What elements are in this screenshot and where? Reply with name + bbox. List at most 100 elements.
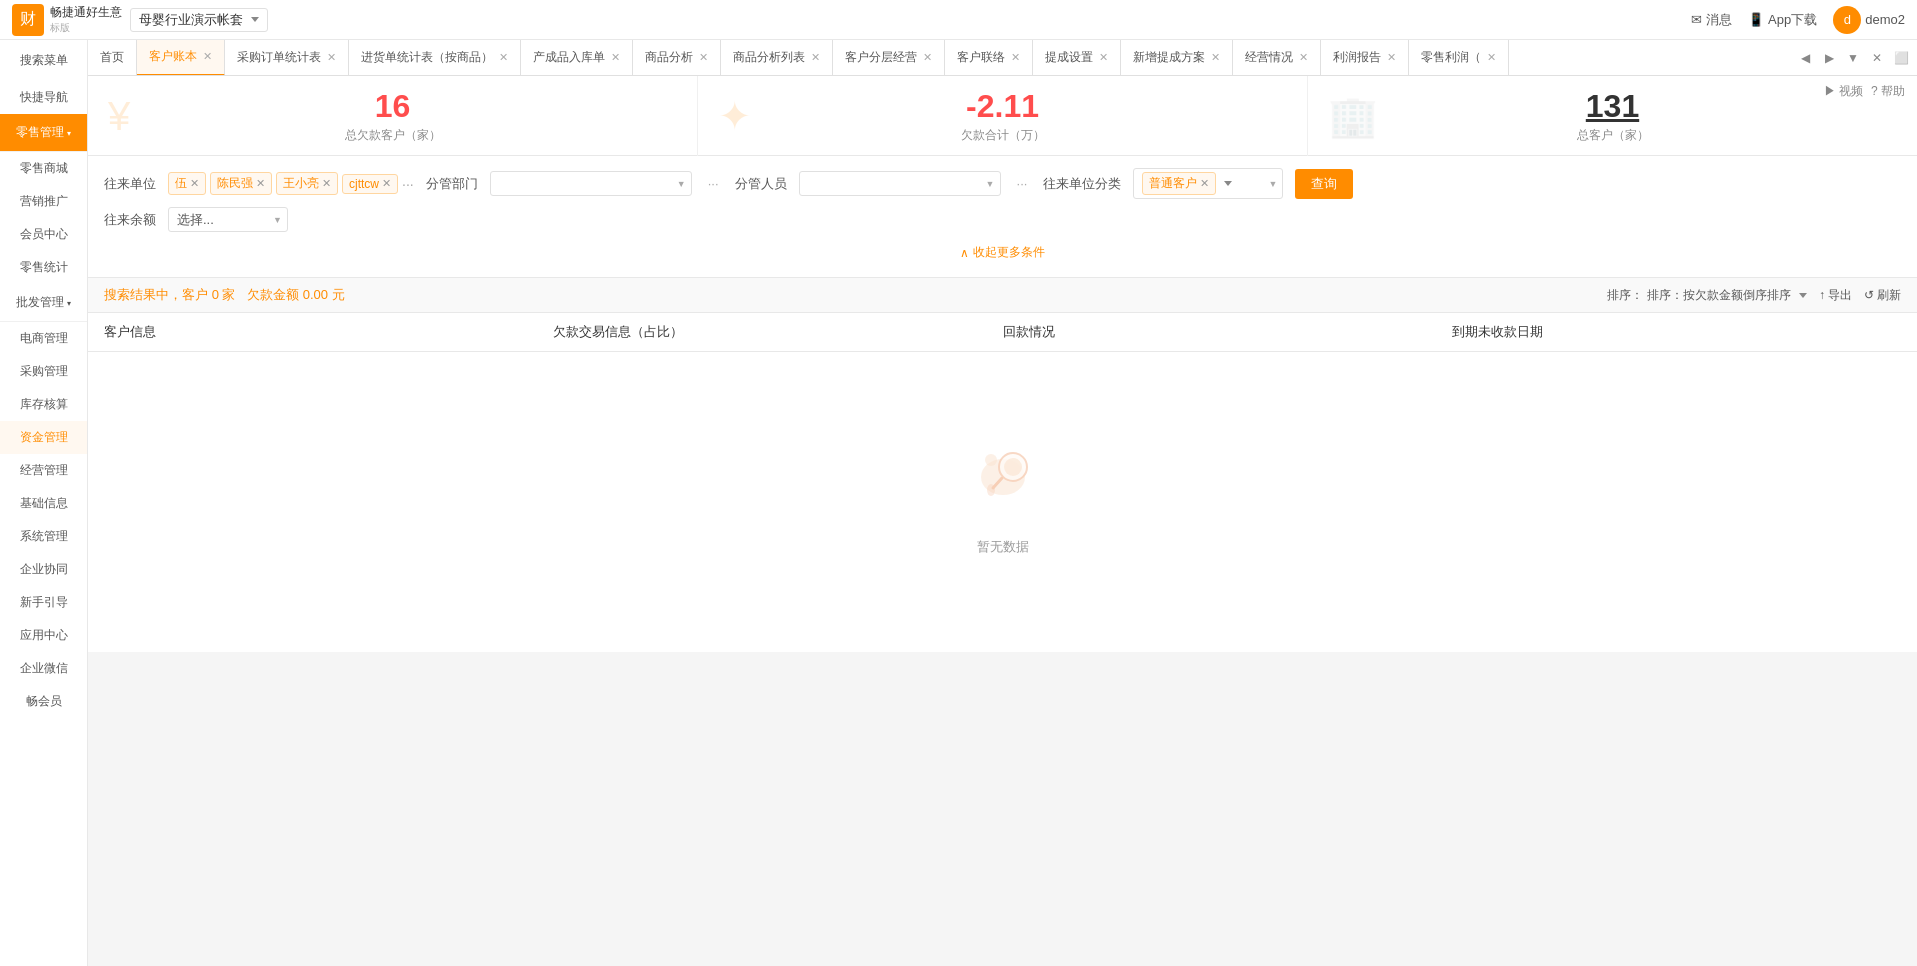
- sidebar: 搜索菜单 快捷导航 零售管理 ▾ 零售商城 营销推广 会员中心 零售统计 批发管…: [0, 40, 88, 966]
- tab-close-customer-tier[interactable]: ✕: [923, 51, 932, 64]
- sidebar-item-finance[interactable]: 资金管理: [0, 421, 87, 454]
- tab-purchase-stats[interactable]: 进货单统计表（按商品） ✕: [349, 40, 521, 76]
- store-selector[interactable]: 母婴行业演示帐套: [130, 8, 268, 32]
- sidebar-item-ecommerce[interactable]: 电商管理: [0, 322, 87, 355]
- collapse-button[interactable]: ∧ 收起更多条件: [960, 244, 1045, 261]
- result-info: 搜索结果中，客户 0 家 欠款金额 0.00 元: [104, 286, 345, 304]
- tab-scroll-right-button[interactable]: ▶: [1819, 48, 1839, 68]
- export-button[interactable]: ↑ 导出: [1819, 287, 1852, 304]
- tab-customer-contact[interactable]: 客户联络 ✕: [945, 40, 1033, 76]
- unit-tag-cj-close[interactable]: ✕: [382, 178, 391, 189]
- tab-profit-report[interactable]: 利润报告 ✕: [1321, 40, 1409, 76]
- tab-purchase-order[interactable]: 采购订单统计表 ✕: [225, 40, 349, 76]
- sidebar-item-retail-management[interactable]: 零售管理 ▾: [0, 114, 87, 152]
- sidebar-item-app-center[interactable]: 应用中心: [0, 619, 87, 652]
- table-header: 客户信息 欠款交易信息（占比） 回款情况 到期未收款日期: [88, 313, 1917, 352]
- sidebar-quick-nav[interactable]: 快捷导航: [0, 81, 87, 114]
- sidebar-item-inventory[interactable]: 库存核算: [0, 388, 87, 421]
- collapse-up-icon: ∧: [960, 246, 969, 260]
- sidebar-item-member-center[interactable]: 会员中心: [0, 218, 87, 251]
- message-button[interactable]: ✉ 消息: [1691, 11, 1732, 29]
- table-container: 客户信息 欠款交易信息（占比） 回款情况 到期未收款日期: [88, 313, 1917, 652]
- unit-tag-chen-close[interactable]: ✕: [256, 178, 265, 189]
- tab-close-customer-book[interactable]: ✕: [203, 50, 212, 63]
- tab-close-product-stock[interactable]: ✕: [611, 51, 620, 64]
- sidebar-item-basic-info[interactable]: 基础信息: [0, 487, 87, 520]
- tab-close-operations[interactable]: ✕: [1299, 51, 1308, 64]
- sidebar-search-label[interactable]: 搜索菜单: [0, 40, 87, 81]
- help-link[interactable]: ? 帮助: [1871, 83, 1905, 100]
- main-layout: 搜索菜单 快捷导航 零售管理 ▾ 零售商城 营销推广 会员中心 零售统计 批发管…: [0, 40, 1917, 966]
- sidebar-item-marketing[interactable]: 营销推广: [0, 185, 87, 218]
- tab-close-raise-setting[interactable]: ✕: [1099, 51, 1108, 64]
- video-link[interactable]: ▶ 视频: [1824, 83, 1863, 100]
- tab-new-raise-plan[interactable]: 新增提成方案 ✕: [1121, 40, 1233, 76]
- tab-product-stock[interactable]: 产成品入库单 ✕: [521, 40, 633, 76]
- dept-dots[interactable]: ···: [704, 176, 723, 191]
- avatar: d: [1833, 6, 1861, 34]
- sidebar-item-system[interactable]: 系统管理: [0, 520, 87, 553]
- tab-more-button[interactable]: ▼: [1843, 48, 1863, 68]
- tab-product-analysis-list[interactable]: 商品分析列表 ✕: [721, 40, 833, 76]
- tab-maximize-button[interactable]: ⬜: [1891, 48, 1911, 68]
- dept-select[interactable]: [490, 171, 692, 196]
- unit-tag-wang-close[interactable]: ✕: [322, 178, 331, 189]
- tab-customer-tier[interactable]: 客户分层经营 ✕: [833, 40, 945, 76]
- unit-class-filter-label: 往来单位分类: [1043, 175, 1121, 193]
- user-avatar-button[interactable]: d demo2: [1833, 6, 1905, 34]
- tab-raise-setting[interactable]: 提成设置 ✕: [1033, 40, 1121, 76]
- app-download-button[interactable]: 📱 App下载: [1748, 11, 1817, 29]
- collapse-row: ∧ 收起更多条件: [104, 240, 1901, 265]
- tab-home[interactable]: 首页: [88, 40, 137, 76]
- tab-close-profit-report[interactable]: ✕: [1387, 51, 1396, 64]
- person-select-wrap: [799, 171, 1001, 196]
- tab-close-product-analysis[interactable]: ✕: [699, 51, 708, 64]
- tab-close-retail-profit[interactable]: ✕: [1487, 51, 1496, 64]
- query-button[interactable]: 查询: [1295, 169, 1353, 199]
- table-header-customer: 客户信息: [104, 323, 553, 341]
- top-bar: 财 畅捷通好生意 标版 母婴行业演示帐套 ✉ 消息 📱 App下载 d demo…: [0, 0, 1917, 40]
- sidebar-item-enterprise-wechat[interactable]: 企业微信: [0, 652, 87, 685]
- refresh-button[interactable]: ↺ 刷新: [1864, 287, 1901, 304]
- person-select[interactable]: [799, 171, 1001, 196]
- tab-operations[interactable]: 经营情况 ✕: [1233, 40, 1321, 76]
- unit-class-dropdown-icon: [1224, 181, 1232, 186]
- unit-class-tag: 普通客户 ✕: [1142, 172, 1216, 195]
- tab-close-product-analysis-list[interactable]: ✕: [811, 51, 820, 64]
- sidebar-item-retail-mall[interactable]: 零售商城: [0, 152, 87, 185]
- tab-scroll-left-button[interactable]: ◀: [1795, 48, 1815, 68]
- filter-row-1: 往来单位 伍 ✕ 陈民强 ✕ 王小亮 ✕: [104, 168, 1901, 199]
- unit-filter-tags: 伍 ✕ 陈民强 ✕ 王小亮 ✕ cjttcw ✕: [168, 172, 414, 195]
- sidebar-item-retail-stats[interactable]: 零售统计: [0, 251, 87, 284]
- tab-close-all-button[interactable]: ✕: [1867, 48, 1887, 68]
- stat3-number: 131: [1586, 87, 1639, 125]
- tab-close-purchase-order[interactable]: ✕: [327, 51, 336, 64]
- tab-close-new-raise-plan[interactable]: ✕: [1211, 51, 1220, 64]
- table-body: 暂无数据: [88, 352, 1917, 652]
- tab-retail-profit[interactable]: 零售利润（ ✕: [1409, 40, 1509, 76]
- sidebar-item-wholesale-management[interactable]: 批发管理 ▾: [0, 284, 87, 322]
- sort-select[interactable]: 排序： 排序：按欠款金额倒序排序: [1607, 287, 1807, 304]
- person-dots[interactable]: ···: [1013, 176, 1032, 191]
- sidebar-item-enterprise-collab[interactable]: 企业协同: [0, 553, 87, 586]
- content-area: 首页 客户账本 ✕ 采购订单统计表 ✕ 进货单统计表（按商品） ✕ 产成品入库单…: [88, 40, 1917, 966]
- unit-tag-wu-close[interactable]: ✕: [190, 178, 199, 189]
- tab-customer-book[interactable]: 客户账本 ✕: [137, 40, 225, 76]
- svg-point-2: [1004, 458, 1022, 476]
- stat-icon-yuan: ¥: [108, 93, 130, 138]
- stat-video-help: ▶ 视频 ? 帮助: [1824, 83, 1905, 100]
- sidebar-item-operations-mgmt[interactable]: 经营管理: [0, 454, 87, 487]
- unit-tag-cj: cjttcw ✕: [342, 174, 398, 194]
- balance-select[interactable]: 选择...: [168, 207, 288, 232]
- empty-state: 暂无数据: [88, 352, 1917, 636]
- tab-close-customer-contact[interactable]: ✕: [1011, 51, 1020, 64]
- unit-class-tag-close[interactable]: ✕: [1200, 178, 1209, 189]
- sidebar-item-newbie-guide[interactable]: 新手引导: [0, 586, 87, 619]
- sidebar-item-chang-member[interactable]: 畅会员: [0, 685, 87, 718]
- sidebar-item-purchase[interactable]: 采购管理: [0, 355, 87, 388]
- tab-close-purchase-stats[interactable]: ✕: [499, 51, 508, 64]
- page-content: ¥ 16 总欠款客户（家） ✦ -2.11 欠款合计（万） 🏢 131 总客户（…: [88, 76, 1917, 966]
- unit-tag-more[interactable]: ···: [402, 176, 414, 192]
- logo-area: 财 畅捷通好生意 标版: [12, 4, 122, 36]
- tab-product-analysis[interactable]: 商品分析 ✕: [633, 40, 721, 76]
